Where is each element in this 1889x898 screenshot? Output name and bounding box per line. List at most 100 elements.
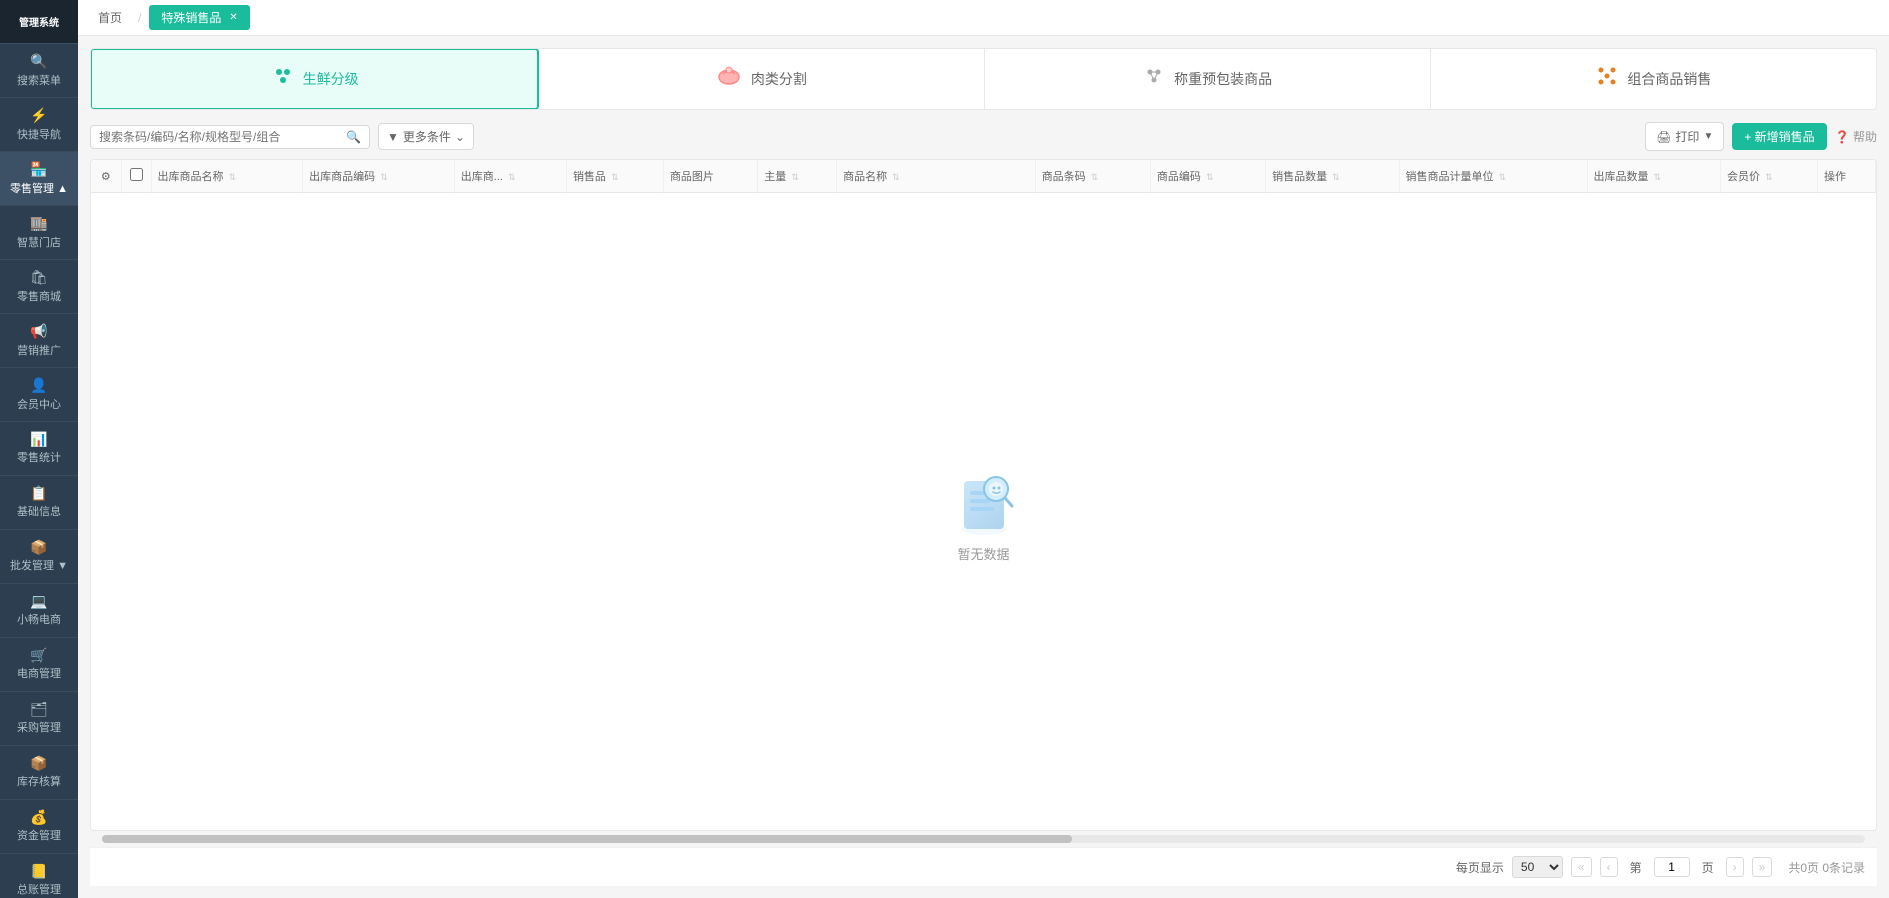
sidebar-item-label: 零售管理 ▲ [10, 182, 68, 197]
total-info: 共0页 0条记录 [1788, 859, 1865, 876]
close-tab-icon[interactable]: ✕ [229, 12, 237, 23]
finance-mgmt-icon: 💰 [30, 808, 47, 828]
weight-prepack-label: 称重预包装商品 [1174, 69, 1272, 89]
per-page-select[interactable]: 20 50 100 [1512, 856, 1563, 878]
th-gear[interactable]: ⚙ [91, 160, 121, 193]
sidebar-item-label: 零售统计 [17, 451, 61, 466]
page-label-before: 第 [1630, 859, 1642, 876]
sidebar-item-sales-promo[interactable]: 📢 营销推广 [0, 314, 78, 368]
sidebar-item-member-center[interactable]: 👤 会员中心 [0, 368, 78, 422]
help-button[interactable]: ❓ 帮助 [1835, 128, 1877, 145]
th-product-image[interactable]: 商品图片 [663, 160, 757, 193]
sales-promo-icon: 📢 [30, 322, 47, 342]
th-operations: 操作 [1817, 160, 1875, 193]
th-sales-item[interactable]: 销售品 ⇅ [566, 160, 663, 193]
sidebar-item-wholesale-mgmt[interactable]: 📦 批发管理 ▼ [0, 530, 78, 584]
sidebar-item-label: 小畅电商 [17, 613, 61, 628]
sidebar-item-finance-mgmt[interactable]: 💰 资金管理 [0, 800, 78, 854]
sidebar-item-mini-ecom[interactable]: 💻 小畅电商 [0, 584, 78, 638]
sort-icon: ⇅ [1654, 172, 1662, 182]
filter-button[interactable]: ▼ 更多条件 ⌄ [378, 123, 474, 150]
feature-tabs: 生鲜分级 肉类分割 [90, 48, 1877, 110]
feature-tab-combo-sales[interactable]: 组合商品销售 [1431, 49, 1876, 109]
th-check[interactable] [121, 160, 151, 193]
sidebar-item-quick-nav[interactable]: ⚡ 快捷导航 [0, 98, 78, 152]
sidebar-item-general-ledger[interactable]: 📒 总账管理 [0, 854, 78, 898]
sidebar-item-retail-stats[interactable]: 📊 零售统计 [0, 422, 78, 476]
sidebar-item-search-menu[interactable]: 🔍 搜索菜单 [0, 44, 78, 98]
quick-nav-icon: ⚡ [30, 106, 47, 126]
sidebar-item-label: 资金管理 [17, 829, 61, 844]
feature-tab-meat-cutting[interactable]: 肉类分割 [538, 49, 984, 109]
sidebar: 管理系统 🔍 搜索菜单 ⚡ 快捷导航 🏪 零售管理 ▲ 🏬 智慧门店 🛍 零售商… [0, 0, 78, 898]
th-warehouse-code[interactable]: 出库商品编码 ⇅ [303, 160, 455, 193]
sort-icon: ⇅ [791, 172, 799, 182]
sort-icon: ⇅ [1091, 172, 1099, 182]
basic-info-retail-icon: 📋 [30, 484, 47, 504]
table-header: ⚙ 出库商品名称 ⇅ 出库商品编码 ⇅ 出库商... ⇅ 销售品 ⇅ 商品图片 … [91, 160, 1876, 193]
logo-text: 管理系统 [0, 10, 78, 33]
first-page-button[interactable]: « [1571, 857, 1592, 877]
th-member-price[interactable]: 会员价 ⇅ [1720, 160, 1817, 193]
print-label: 打印 [1675, 128, 1699, 145]
tab-separator: / [138, 11, 141, 25]
feature-tab-fresh-grade[interactable]: 生鲜分级 [90, 48, 539, 110]
th-sales-unit[interactable]: 销售商品计量单位 ⇅ [1399, 160, 1587, 193]
retail-mall-icon: 🛍 [30, 268, 48, 288]
active-tab-label: 特殊销售品 [161, 9, 221, 26]
meat-cutting-icon [715, 64, 743, 94]
sort-icon: ⇅ [229, 172, 237, 182]
select-all-checkbox[interactable] [130, 168, 143, 181]
sidebar-logo: 管理系统 [0, 0, 78, 44]
sidebar-item-label: 批发管理 ▼ [10, 559, 68, 574]
sidebar-item-retail-mgmt[interactable]: 🏪 零售管理 ▲ [0, 152, 78, 206]
next-page-button[interactable]: › [1726, 857, 1744, 877]
page-number-input[interactable] [1654, 857, 1690, 877]
header-tabs: 首页 / 特殊销售品 ✕ [78, 0, 1889, 36]
th-product-code[interactable]: 商品编码 ⇅ [1150, 160, 1265, 193]
sidebar-item-retail-mall[interactable]: 🛍 零售商城 [0, 260, 78, 314]
print-icon: 🖨 [1656, 130, 1671, 144]
h-scrollbar[interactable] [102, 835, 1865, 843]
inventory-icon: 📦 [30, 754, 47, 774]
th-barcode[interactable]: 商品条码 ⇅ [1035, 160, 1150, 193]
th-weight[interactable]: 主量 ⇅ [758, 160, 837, 193]
th-sales-qty[interactable]: 销售品数量 ⇅ [1266, 160, 1399, 193]
chevron-down-icon: ⌄ [455, 130, 465, 144]
toolbar-right: 🖨 打印 ▼ + 新增销售品 ❓ 帮助 [1645, 122, 1877, 151]
sidebar-item-smart-store[interactable]: 🏬 智慧门店 [0, 206, 78, 260]
mini-ecom-icon: 💻 [30, 592, 47, 612]
sidebar-item-ecom-mgmt[interactable]: 🛒 电商管理 [0, 638, 78, 692]
combo-sales-label: 组合商品销售 [1627, 69, 1711, 89]
h-scrollbar-thumb[interactable] [102, 835, 1072, 843]
add-product-button[interactable]: + 新增销售品 [1732, 123, 1826, 150]
sidebar-item-label: 快捷导航 [17, 128, 61, 143]
th-warehouse-name[interactable]: 出库商品名称 ⇅ [151, 160, 303, 193]
feature-tab-weight-prepack[interactable]: 称重预包装商品 [985, 49, 1431, 109]
search-input[interactable] [99, 130, 342, 144]
last-page-button[interactable]: » [1752, 857, 1773, 877]
member-center-icon: 👤 [30, 376, 47, 396]
weight-prepack-icon [1142, 64, 1166, 94]
sidebar-item-basic-info-retail[interactable]: 📋 基础信息 [0, 476, 78, 530]
purchase-mgmt-icon: 🗂 [30, 700, 48, 720]
print-button[interactable]: 🖨 打印 ▼ [1645, 122, 1724, 151]
empty-state: 暂无数据 [91, 193, 1876, 830]
sidebar-item-inventory[interactable]: 📦 库存核算 [0, 746, 78, 800]
prev-page-button[interactable]: ‹ [1600, 857, 1618, 877]
retail-stats-icon: 📊 [30, 430, 47, 450]
content-area: 生鲜分级 肉类分割 [78, 36, 1889, 898]
active-tab[interactable]: 特殊销售品 ✕ [149, 5, 249, 30]
meat-cutting-label: 肉类分割 [751, 69, 807, 89]
sidebar-item-label: 搜索菜单 [17, 74, 61, 89]
sort-icon: ⇅ [508, 172, 516, 182]
th-warehouse-qty[interactable]: 出库品数量 ⇅ [1587, 160, 1720, 193]
th-warehouse-spec[interactable]: 出库商... ⇅ [454, 160, 566, 193]
th-product-name[interactable]: 商品名称 ⇅ [837, 160, 1036, 193]
sidebar-item-label: 电商管理 [17, 667, 61, 682]
help-icon: ❓ [1835, 130, 1850, 144]
sidebar-item-purchase-mgmt[interactable]: 🗂 采购管理 [0, 692, 78, 746]
main-content: 首页 / 特殊销售品 ✕ 生鲜分级 [78, 0, 1889, 898]
search-box[interactable]: 🔍 [90, 125, 370, 149]
home-tab[interactable]: 首页 [90, 9, 130, 26]
